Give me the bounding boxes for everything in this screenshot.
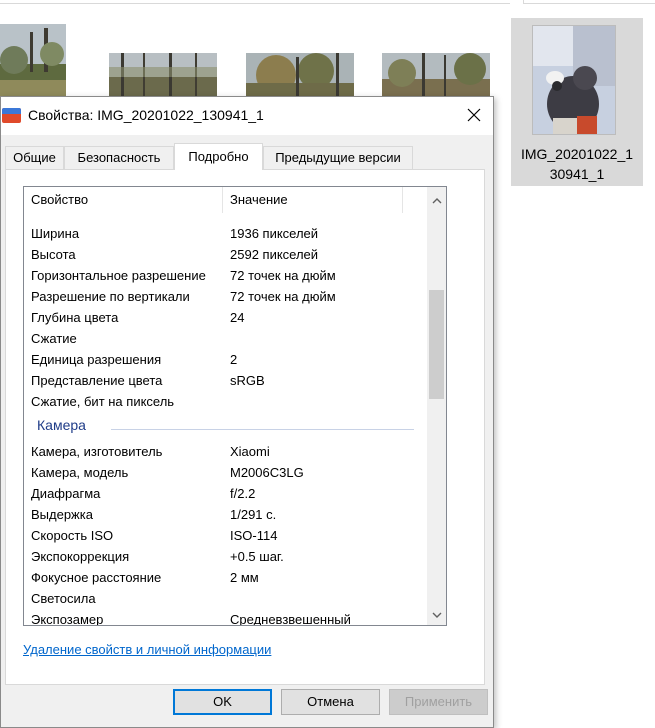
- image-file-icon: [2, 106, 21, 125]
- list-row[interactable]: Камера, изготовитель Xiaomi: [24, 441, 426, 462]
- property-value: 2: [230, 352, 238, 367]
- photo-thumbnail[interactable]: [109, 53, 217, 97]
- selected-file-item[interactable]: IMG_20201022_1 30941_1: [511, 18, 643, 186]
- group-title: Камера: [37, 417, 86, 433]
- property-value: 2 мм: [230, 570, 259, 585]
- list-row[interactable]: Экспозамер Средневзвешенный: [24, 609, 426, 626]
- list-row[interactable]: Представление цвета sRGB: [24, 370, 426, 391]
- property-value: Xiaomi: [230, 444, 270, 459]
- file-name-label: IMG_20201022_1 30941_1: [520, 146, 634, 182]
- property-value: sRGB: [230, 373, 265, 388]
- column-header-value[interactable]: Значение: [223, 187, 403, 213]
- scroll-up-button[interactable]: [427, 187, 446, 211]
- details-panel: Свойство Значение Ширина 1936 пикселей Выс…: [5, 169, 485, 685]
- property-name: Экспозамер: [31, 612, 104, 626]
- tab-details[interactable]: Подробно: [174, 143, 263, 170]
- list-body: Ширина 1936 пикселей Высота 2592 пикселей Го…: [24, 213, 426, 626]
- photo-thumbnail: [533, 26, 615, 134]
- properties-dialog: Свойства: IMG_20201022_130941_1 Общие Бе…: [0, 96, 494, 728]
- tab-general[interactable]: Общие: [5, 146, 64, 169]
- group-divider: [111, 429, 414, 430]
- property-name: Глубина цвета: [31, 310, 119, 325]
- property-value: ISO-114: [230, 528, 278, 543]
- list-row[interactable]: Высота 2592 пикселей: [24, 244, 426, 265]
- property-name: Ширина: [31, 226, 80, 241]
- group-header-camera[interactable]: Камера: [24, 412, 426, 441]
- tab-strip: Общие Безопасность Подробно Предыдущие в…: [5, 143, 491, 170]
- list-row[interactable]: Единица разрешения 2: [24, 349, 426, 370]
- list-row[interactable]: Сжатие: [24, 328, 426, 349]
- list-row-partial: [24, 213, 426, 223]
- list-row[interactable]: Горизонтальное разрешение 72 точек на дюй…: [24, 265, 426, 286]
- property-name: Горизонтальное разрешение: [31, 268, 206, 283]
- property-value: +0.5 шаг.: [230, 549, 284, 564]
- close-button[interactable]: [457, 99, 491, 133]
- list-row[interactable]: Сжатие, бит на пиксель: [24, 391, 426, 412]
- remove-properties-link[interactable]: Удаление свойств и личной информации: [23, 642, 271, 657]
- ok-button[interactable]: OK: [173, 689, 272, 715]
- property-value: 72 точек на дюйм: [230, 268, 336, 283]
- property-name: Высота: [31, 247, 76, 262]
- property-value: 24: [230, 310, 245, 325]
- list-header: Свойство Значение: [24, 187, 426, 213]
- list-row[interactable]: Скорость ISO ISO-114: [24, 525, 426, 546]
- cancel-button[interactable]: Отмена: [281, 689, 380, 715]
- property-name: Единица разрешения: [31, 352, 162, 367]
- property-name: Представление цвета: [31, 373, 163, 388]
- photo-thumbnail[interactable]: [246, 53, 354, 97]
- property-value: 2592 пикселей: [230, 247, 319, 262]
- list-row[interactable]: Выдержка 1/291 с.: [24, 504, 426, 525]
- column-header-property[interactable]: Свойство: [24, 187, 223, 213]
- property-value: M2006C3LG: [230, 465, 304, 480]
- chevron-up-icon: [432, 192, 442, 207]
- property-name: Сжатие: [31, 331, 77, 346]
- list-row[interactable]: Фокусное расстояние 2 мм: [24, 567, 426, 588]
- search-box[interactable]: [523, 0, 655, 4]
- property-name: Выдержка: [31, 507, 93, 522]
- property-name: Камера, модель: [31, 465, 129, 480]
- chevron-down-icon: [432, 606, 442, 621]
- property-value: Средневзвешенный: [230, 612, 351, 626]
- photo-thumbnail[interactable]: [0, 24, 66, 96]
- list-row[interactable]: Экспокоррекция +0.5 шаг.: [24, 546, 426, 567]
- scroll-thumb[interactable]: [429, 290, 444, 399]
- photo-thumbnail[interactable]: [382, 53, 490, 97]
- address-bar[interactable]: [0, 0, 510, 4]
- list-row[interactable]: Камера, модель M2006C3LG: [24, 462, 426, 483]
- address-bar-edge: [0, 0, 655, 6]
- close-icon: [467, 108, 481, 125]
- list-row[interactable]: Глубина цвета 24: [24, 307, 426, 328]
- properties-list[interactable]: Свойство Значение Ширина 1936 пикселей Выс…: [23, 186, 447, 626]
- tab-security[interactable]: Безопасность: [64, 146, 174, 169]
- property-name: Сжатие, бит на пиксель: [31, 394, 175, 409]
- property-name: Светосила: [31, 591, 96, 606]
- list-row[interactable]: Разрешение по вертикали 72 точек на дюйм: [24, 286, 426, 307]
- tab-previous-versions[interactable]: Предыдущие версии: [263, 146, 413, 169]
- property-name: Разрешение по вертикали: [31, 289, 190, 304]
- title-bar[interactable]: Свойства: IMG_20201022_130941_1: [1, 97, 493, 135]
- scroll-track[interactable]: [427, 211, 446, 601]
- property-value: 1/291 с.: [230, 507, 277, 522]
- property-value: 72 точек на дюйм: [230, 289, 336, 304]
- list-row[interactable]: Ширина 1936 пикселей: [24, 223, 426, 244]
- dialog-title: Свойства: IMG_20201022_130941_1: [28, 107, 264, 123]
- property-name: Фокусное расстояние: [31, 570, 162, 585]
- property-value: 1936 пикселей: [230, 226, 319, 241]
- vertical-scrollbar[interactable]: [427, 187, 446, 625]
- property-name: Скорость ISO: [31, 528, 114, 543]
- list-row[interactable]: Светосила: [24, 588, 426, 609]
- property-name: Камера, изготовитель: [31, 444, 163, 459]
- property-name: Экспокоррекция: [31, 549, 130, 564]
- property-value: f/2.2: [230, 486, 256, 501]
- apply-button[interactable]: Применить: [389, 689, 488, 715]
- list-row[interactable]: Диафрагма f/2.2: [24, 483, 426, 504]
- scroll-down-button[interactable]: [427, 601, 446, 625]
- property-name: Диафрагма: [31, 486, 101, 501]
